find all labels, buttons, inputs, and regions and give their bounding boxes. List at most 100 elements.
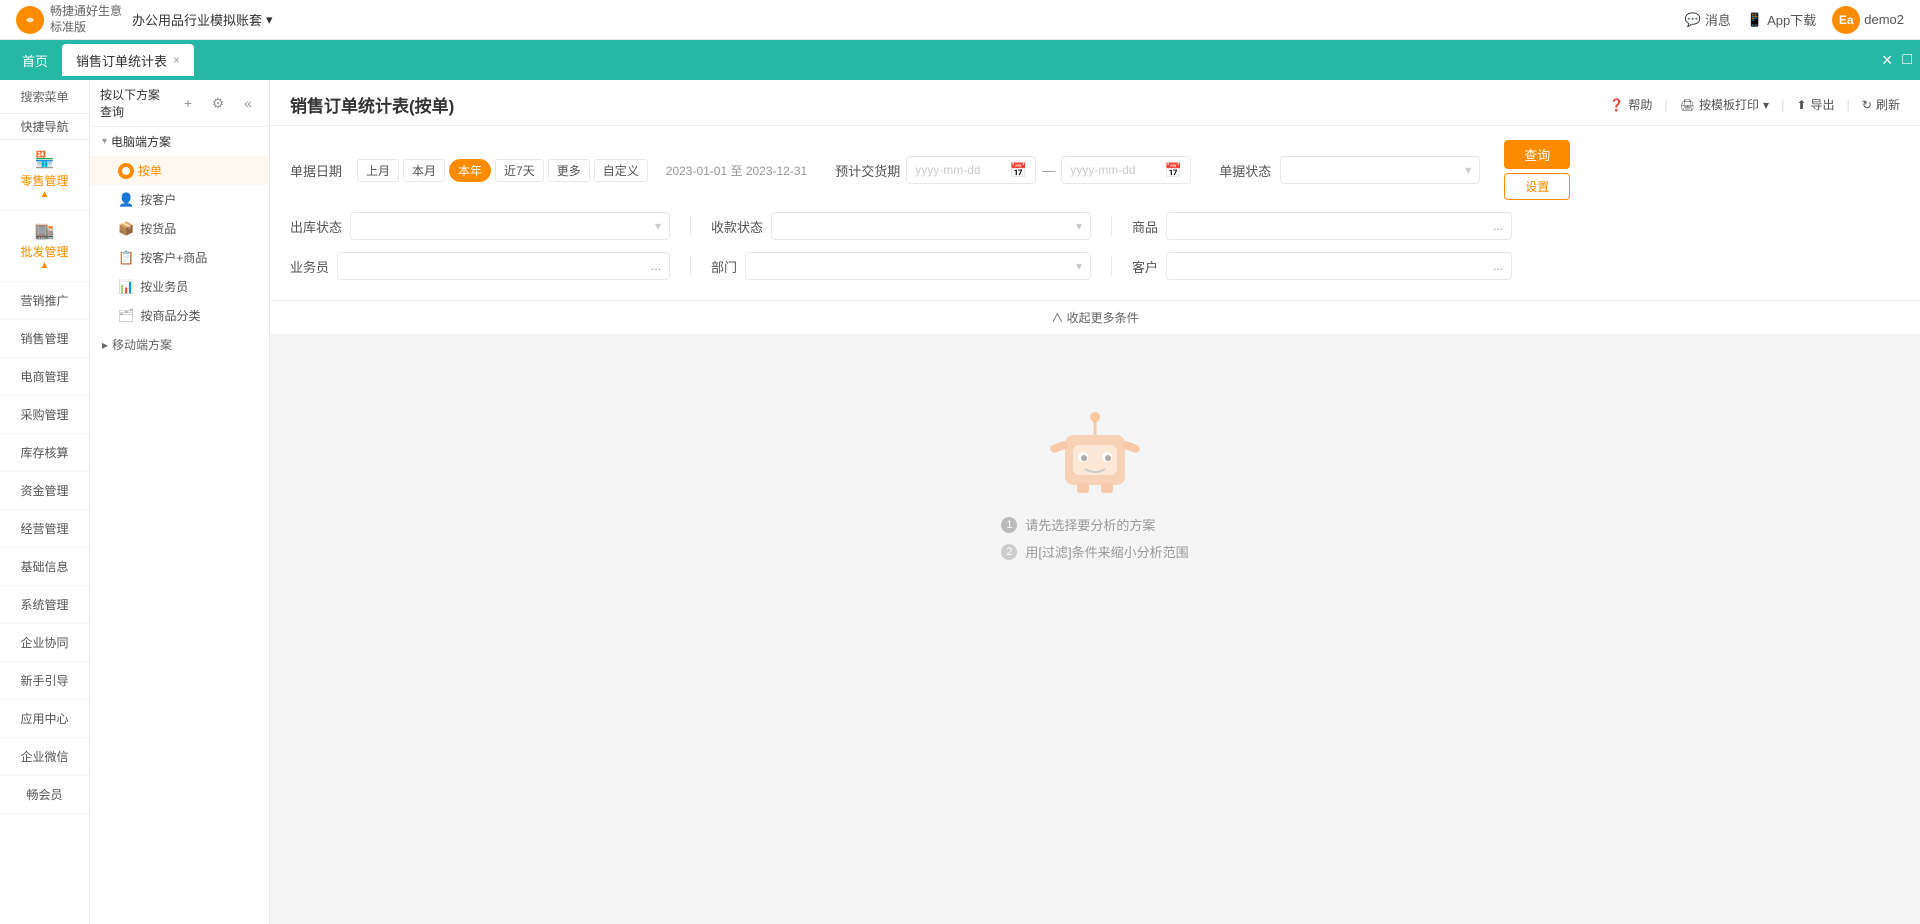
sidebar-item-ecommerce[interactable]: 电商管理: [0, 358, 89, 396]
sidebar-item-wholesale[interactable]: 🏬 批发管理 ▲: [0, 211, 89, 282]
sidebar-item-purchase[interactable]: 采购管理: [0, 396, 89, 434]
sidebar-item-finance[interactable]: 资金管理: [0, 472, 89, 510]
goods-field: 商品 ...: [1132, 212, 1512, 240]
goods-category-scheme-icon: 🗂: [118, 308, 135, 324]
message-button[interactable]: 💬 消息: [1685, 10, 1731, 29]
sidebar-item-sales[interactable]: 销售管理: [0, 320, 89, 358]
sidebar-item-operations[interactable]: 经营管理: [0, 510, 89, 548]
filter-row-3: 业务员 ... 部门 ▾ 客户: [290, 252, 1900, 280]
out-status-input[interactable]: ▾: [350, 212, 670, 240]
scheme-order-icon: [118, 163, 134, 179]
app-download-button[interactable]: 📱 App下载: [1747, 10, 1816, 29]
empty-state: 1 请先选择要分析的方案 2 用[过滤]条件来缩小分析范围: [270, 335, 1920, 601]
scheme-item-goods[interactable]: 📦 按货品: [90, 214, 269, 243]
tab-bar-right: × □: [1882, 50, 1912, 71]
out-status-field: 出库状态 ▾: [290, 212, 670, 240]
wholesale-icon: 🏬: [35, 221, 55, 241]
customer-more-icon[interactable]: ...: [1493, 259, 1503, 273]
goods-more-icon[interactable]: ...: [1493, 219, 1503, 233]
dept-field: 部门 ▾: [711, 252, 1091, 280]
sidebar-item-member[interactable]: 畅会员: [0, 776, 89, 814]
pc-scheme-section[interactable]: ▾ 电脑端方案: [90, 127, 269, 156]
status-filter-label: 单据状态: [1219, 161, 1274, 180]
tab-bar: 首页 销售订单统计表 × × □: [0, 40, 1920, 80]
customer-field: 客户 ...: [1132, 252, 1512, 280]
window-maximize-button[interactable]: □: [1902, 51, 1912, 69]
sidebar-item-wxwork[interactable]: 企业微信: [0, 738, 89, 776]
help-button[interactable]: ❓ 帮助: [1609, 96, 1652, 113]
mobile-section-arrow: ▸: [102, 338, 108, 352]
cust-goods-scheme-icon: 📋: [118, 250, 134, 266]
custom-date-btn[interactable]: 自定义: [594, 159, 648, 182]
calendar-end-icon: 📅: [1165, 162, 1182, 179]
sidebar-item-apps[interactable]: 应用中心: [0, 700, 89, 738]
refresh-button[interactable]: ↻ 刷新: [1862, 96, 1900, 113]
scheme-item-goods-category[interactable]: 🗂 按商品分类: [90, 301, 269, 330]
expected-delivery-label: 预计交货期: [835, 161, 900, 180]
dept-input[interactable]: ▾: [745, 252, 1091, 280]
sidebar-item-enterprise[interactable]: 企业协同: [0, 624, 89, 662]
query-button[interactable]: 查询: [1504, 140, 1570, 169]
action-buttons: 查询 设置: [1504, 140, 1570, 200]
last7-btn[interactable]: 近7天: [495, 159, 544, 182]
add-scheme-button[interactable]: +: [177, 92, 199, 114]
avatar: Ea: [1832, 6, 1860, 34]
filter-divider-2: [1111, 216, 1112, 236]
sidebar-item-system[interactable]: 系统管理: [0, 586, 89, 624]
scheme-item-customer[interactable]: 👤 按客户: [90, 185, 269, 214]
this-month-btn[interactable]: 本月: [403, 159, 445, 182]
tab-sales-order-stats[interactable]: 销售订单统计表 ×: [62, 44, 194, 76]
help-icon: ❓: [1609, 98, 1624, 112]
more-date-btn[interactable]: 更多: [548, 159, 590, 182]
settings-scheme-button[interactable]: ⚙: [207, 92, 229, 114]
sidebar-item-marketing[interactable]: 营销推广: [0, 282, 89, 320]
sidebar-item-retail[interactable]: 🏪 零售管理 ▲: [0, 140, 89, 211]
pay-status-input[interactable]: ▾: [771, 212, 1091, 240]
delivery-date-end-input[interactable]: yyyy-mm-dd 📅: [1061, 156, 1191, 184]
tab-close-icon[interactable]: ×: [173, 53, 180, 67]
customer-label: 客户: [1132, 257, 1158, 276]
left-panel: 按以下方案查询 + ⚙ « ▾ 电脑端方案 按单 👤 按客户 📦 按货品 📋 按…: [90, 80, 270, 924]
last-month-btn[interactable]: 上月: [357, 159, 399, 182]
window-close-button[interactable]: ×: [1882, 50, 1893, 71]
sidebar-quick-nav[interactable]: 快捷导航: [0, 114, 89, 140]
scheme-item-order[interactable]: 按单: [90, 156, 269, 185]
filter-divider-3: [690, 256, 691, 276]
wholesale-arrow: ▲: [40, 260, 50, 271]
filter-row-2: 出库状态 ▾ 收款状态 ▾ 商品: [290, 212, 1900, 240]
goods-input[interactable]: ...: [1166, 212, 1512, 240]
mobile-scheme-section[interactable]: ▸ 移动端方案: [90, 330, 269, 359]
store-selector[interactable]: 办公用品行业模拟账套 ▾: [132, 10, 273, 29]
date-range-dash: —: [1042, 163, 1055, 178]
export-button[interactable]: ⬆ 导出: [1796, 96, 1834, 113]
collapse-panel-button[interactable]: «: [237, 92, 259, 114]
scheme-item-salesperson[interactable]: 📊 按业务员: [90, 272, 269, 301]
panel-header-label: 按以下方案查询: [100, 86, 169, 120]
salesperson-input[interactable]: ...: [337, 252, 670, 280]
out-status-dropdown-icon: ▾: [655, 219, 661, 233]
scheme-item-cust-goods[interactable]: 📋 按客户+商品: [90, 243, 269, 272]
salesperson-more-icon[interactable]: ...: [651, 259, 661, 273]
collapse-bar[interactable]: ∧ 收起更多条件: [270, 301, 1920, 335]
calendar-start-icon: 📅: [1010, 162, 1027, 179]
print-icon: 🖨: [1680, 98, 1695, 112]
dept-label: 部门: [711, 257, 737, 276]
sidebar-item-base[interactable]: 基础信息: [0, 548, 89, 586]
tab-home[interactable]: 首页: [8, 44, 62, 76]
customer-scheme-icon: 👤: [118, 192, 134, 208]
salesperson-scheme-icon: 📊: [118, 279, 134, 295]
setting-button[interactable]: 设置: [1504, 173, 1570, 200]
filter-divider-4: [1111, 256, 1112, 276]
user-area[interactable]: Ea demo2: [1832, 6, 1904, 34]
template-print-button[interactable]: 🖨 按模板打印 ▾: [1680, 96, 1769, 113]
sidebar-search-area[interactable]: 搜索菜单: [0, 80, 89, 114]
salesperson-field: 业务员 ...: [290, 252, 670, 280]
this-year-btn[interactable]: 本年: [449, 159, 491, 182]
delivery-date-start-input[interactable]: yyyy-mm-dd 📅: [906, 156, 1036, 184]
customer-input[interactable]: ...: [1166, 252, 1512, 280]
top-bar: 畅捷通好生意 标准版 办公用品行业模拟账套 ▾ 💬 消息 📱 App下载 Ea …: [0, 0, 1920, 40]
status-select[interactable]: ▾: [1280, 156, 1480, 184]
filter-divider-1: [690, 216, 691, 236]
sidebar-item-inventory[interactable]: 库存核算: [0, 434, 89, 472]
sidebar-item-newcomer[interactable]: 新手引导: [0, 662, 89, 700]
